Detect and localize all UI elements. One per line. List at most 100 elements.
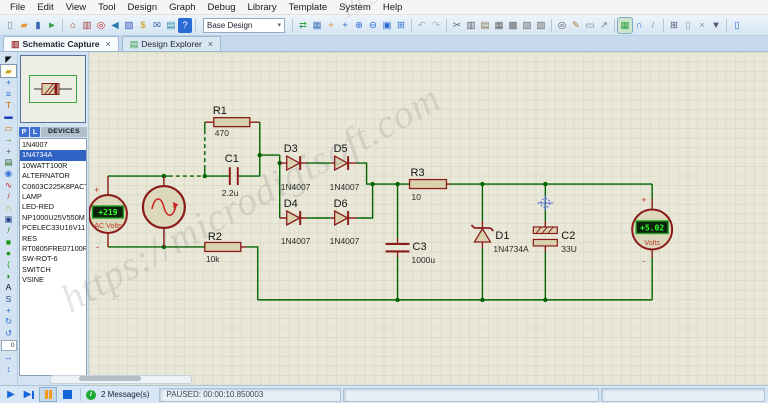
- undo-icon[interactable]: ↶: [415, 18, 429, 33]
- tab-schematic-capture[interactable]: ▥ Schematic Capture ×: [3, 36, 119, 51]
- tab-design-explorer[interactable]: ▤ Design Explorer ×: [121, 36, 222, 51]
- device-item-switch[interactable]: SWITCH: [20, 265, 86, 275]
- device-item-np1000u25v550m[interactable]: NP1000U25V550M: [20, 213, 86, 223]
- block-rotate-icon[interactable]: ▨: [520, 18, 534, 33]
- device-item-led-red[interactable]: LED-RED: [20, 202, 86, 212]
- toggle-grid-icon[interactable]: ▦: [310, 18, 324, 33]
- menu-design[interactable]: Design: [122, 1, 164, 14]
- menu-graph[interactable]: Graph: [163, 1, 201, 14]
- redo-icon[interactable]: ↷: [429, 18, 443, 33]
- message-count[interactable]: 2 Message(s): [98, 390, 157, 399]
- open-project-icon[interactable]: ▰: [17, 18, 31, 33]
- capacitor-c3[interactable]: C3 1000u: [385, 237, 436, 265]
- scrollbar-thumb[interactable]: [79, 376, 141, 381]
- 3d-visualizer-icon[interactable]: ▧: [122, 18, 136, 33]
- 2d-line-mode-icon[interactable]: /: [1, 225, 16, 236]
- diode-d5[interactable]: D5 1N4007: [330, 143, 360, 192]
- center-at-cursor-icon[interactable]: +: [338, 18, 352, 33]
- rotate-anticlockwise-icon[interactable]: ↺: [1, 327, 16, 338]
- goto-sheet-icon[interactable]: ▼: [709, 18, 723, 33]
- 2d-symbol-mode-icon[interactable]: S: [1, 293, 16, 304]
- device-item-res[interactable]: RES: [20, 234, 86, 244]
- pause-button[interactable]: [39, 387, 57, 402]
- project-notes-icon[interactable]: ✉: [150, 18, 164, 33]
- remove-sheet-icon[interactable]: ×: [695, 18, 709, 33]
- play-button[interactable]: ▶: [3, 388, 19, 401]
- gerber-viewer-icon[interactable]: ◀: [108, 18, 122, 33]
- search-tag-icon[interactable]: ∩: [632, 18, 646, 33]
- text-script-mode-icon[interactable]: T: [1, 100, 16, 111]
- marker-mode-icon[interactable]: +: [1, 305, 16, 316]
- device-item-c0603c225k8pact[interactable]: C0603C225K8PACT: [20, 182, 86, 192]
- save-project-icon[interactable]: ▮: [31, 18, 45, 33]
- web-browser-icon[interactable]: ▤: [164, 18, 178, 33]
- vsine-source[interactable]: [141, 176, 186, 247]
- rotate-clockwise-icon[interactable]: ↻: [1, 316, 16, 327]
- 2d-arc-mode-icon[interactable]: (: [1, 259, 16, 270]
- pcb-layout-icon[interactable]: ◎: [94, 18, 108, 33]
- property-assignment-icon[interactable]: /: [646, 18, 660, 33]
- tab-close-icon[interactable]: ×: [205, 39, 213, 49]
- device-item-1n4734a[interactable]: 1N4734A: [20, 150, 86, 161]
- diode-d4[interactable]: D4 1N4007: [279, 198, 311, 246]
- 2d-text-mode-icon[interactable]: A: [1, 282, 16, 293]
- home-page-icon[interactable]: ⌂: [66, 18, 80, 33]
- design-explorer-icon[interactable]: ⊞: [667, 18, 681, 33]
- horizontal-scrollbar[interactable]: [50, 375, 192, 384]
- mirror-vertical-icon[interactable]: ↕: [1, 363, 16, 374]
- device-item-pcelec33u16v11[interactable]: PCELEC33U16V11: [20, 223, 86, 233]
- step-button[interactable]: ▶: [21, 388, 37, 401]
- stop-button[interactable]: [59, 388, 75, 401]
- schematic-capture-icon[interactable]: ▥: [80, 18, 94, 33]
- current-probe-mode-icon[interactable]: ∩: [1, 202, 16, 213]
- resistor-r2[interactable]: R2 10k: [204, 231, 247, 264]
- paste-icon[interactable]: ▤: [478, 18, 492, 33]
- zoom-all-icon[interactable]: ⊞: [394, 18, 408, 33]
- decompose-icon[interactable]: ↗: [597, 18, 611, 33]
- virtual-instruments-mode-icon[interactable]: ▣: [1, 213, 16, 224]
- selection-mode-icon[interactable]: ◤: [1, 54, 16, 65]
- buses-mode-icon[interactable]: ▬: [1, 111, 16, 122]
- menu-library[interactable]: Library: [242, 1, 283, 14]
- menu-help[interactable]: Help: [377, 1, 409, 14]
- ac-voltmeter[interactable]: +219 AC Volts + -: [89, 176, 128, 253]
- dc-voltmeter[interactable]: +5.02 Volts + -: [631, 195, 674, 267]
- schematic-canvas[interactable]: +219 AC Volts + - R1 470 C1 2.2u R2 10k …: [89, 52, 768, 385]
- device-item-sw-rot-6[interactable]: SW-ROT-6: [20, 254, 86, 264]
- resistor-r1[interactable]: R1 470: [204, 105, 260, 138]
- device-pins-mode-icon[interactable]: +: [1, 145, 16, 156]
- diode-d6[interactable]: D6 1N4007: [330, 198, 360, 246]
- graph-mode-icon[interactable]: ▤: [1, 157, 16, 168]
- make-device-icon[interactable]: ✎: [569, 18, 583, 33]
- device-item-lamp[interactable]: LAMP: [20, 192, 86, 202]
- import-project-icon[interactable]: ►: [45, 18, 59, 33]
- bill-of-materials-icon[interactable]: $: [136, 18, 150, 33]
- design-selector[interactable]: Base Design ▾: [203, 17, 285, 33]
- menu-template[interactable]: Template: [283, 1, 334, 14]
- packaging-tool-icon[interactable]: ▭: [583, 18, 597, 33]
- block-copy-icon[interactable]: ▦: [492, 18, 506, 33]
- menu-system[interactable]: System: [333, 1, 377, 14]
- library-manager-button[interactable]: L: [30, 127, 40, 137]
- menu-debug[interactable]: Debug: [202, 1, 242, 14]
- zoom-in-icon[interactable]: ⊕: [352, 18, 366, 33]
- terminals-mode-icon[interactable]: →: [1, 134, 16, 145]
- help-icon[interactable]: ?: [178, 17, 192, 33]
- resistor-r3[interactable]: R3 10: [408, 167, 451, 202]
- generator-mode-icon[interactable]: ∿: [1, 179, 16, 190]
- zener-diode-d1[interactable]: D1 1N4734A: [470, 220, 529, 254]
- menu-file[interactable]: File: [4, 1, 31, 14]
- cut-icon[interactable]: ✂: [450, 18, 464, 33]
- tape-recorder-mode-icon[interactable]: ◉: [1, 168, 16, 179]
- zoom-out-icon[interactable]: ⊖: [366, 18, 380, 33]
- menu-view[interactable]: View: [60, 1, 92, 14]
- pick-device-icon[interactable]: ◎: [555, 18, 569, 33]
- refresh-display-icon[interactable]: ⇄: [296, 18, 310, 33]
- block-delete-icon[interactable]: ▧: [534, 18, 548, 33]
- info-icon[interactable]: i: [86, 389, 96, 400]
- 2d-path-mode-icon[interactable]: ◗: [1, 270, 16, 281]
- subcircuit-mode-icon[interactable]: ▭: [1, 122, 16, 133]
- new-root-sheet-icon[interactable]: ▯: [681, 18, 695, 33]
- menu-edit[interactable]: Edit: [31, 1, 59, 14]
- mirror-horizontal-icon[interactable]: ↔: [1, 352, 16, 363]
